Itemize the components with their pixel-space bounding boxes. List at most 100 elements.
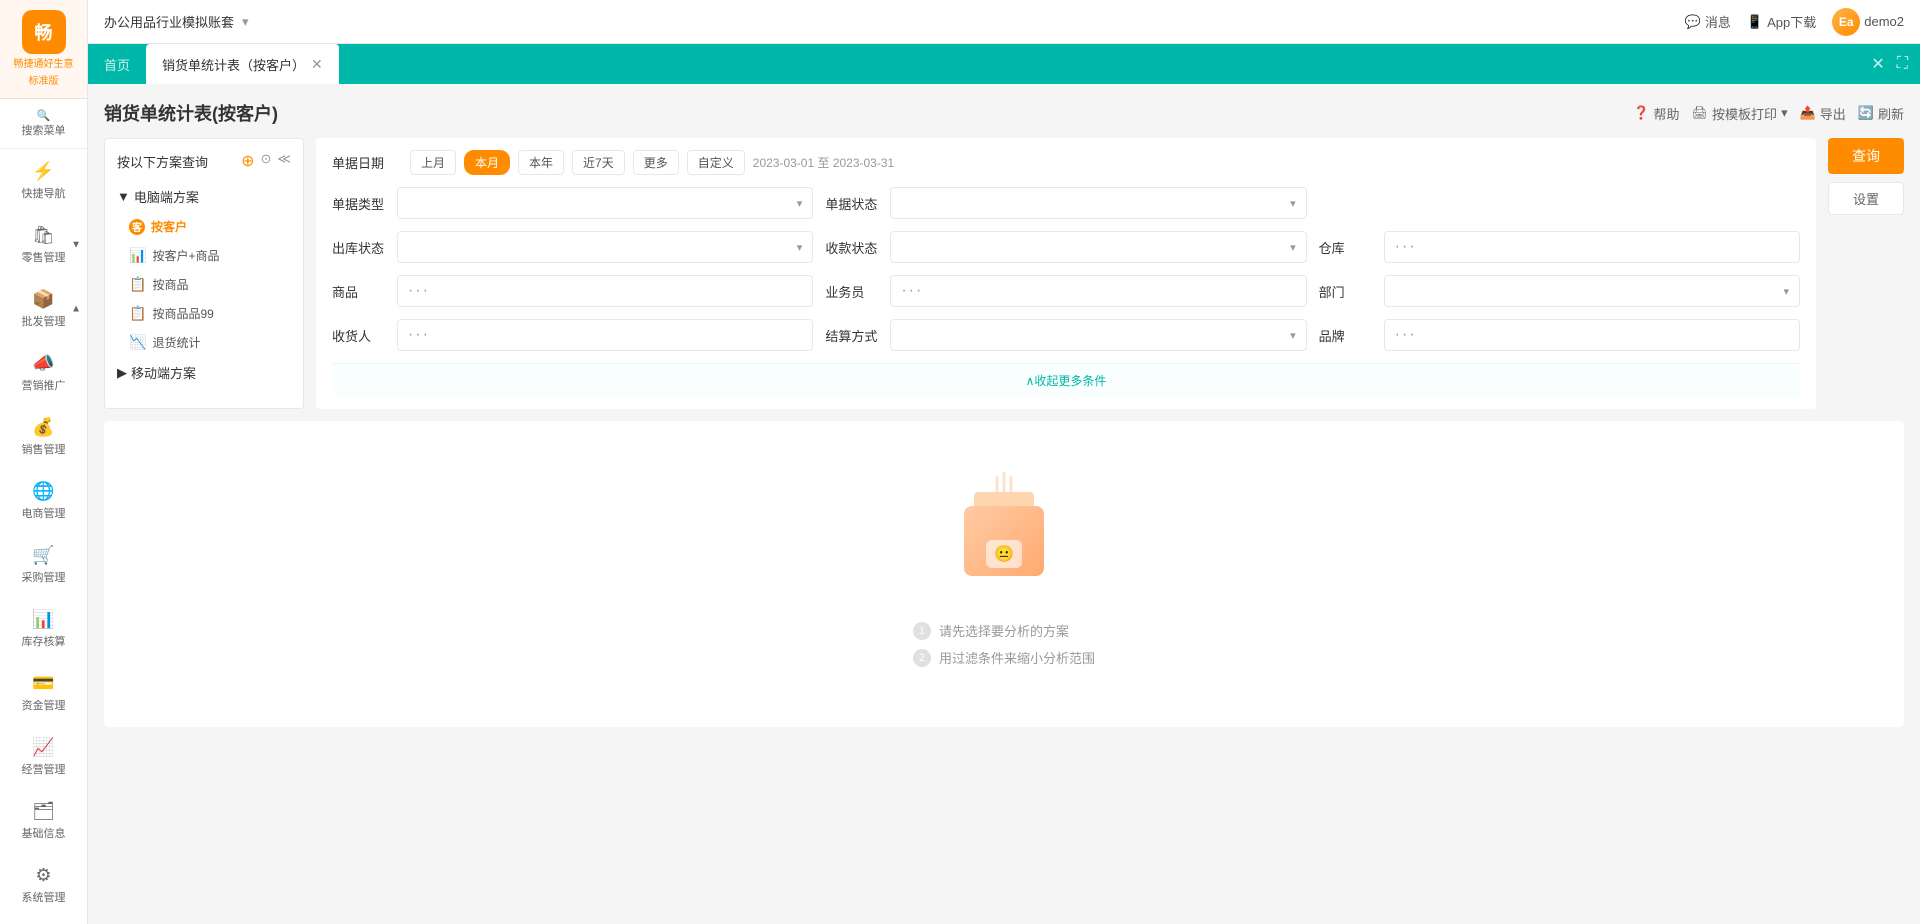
empty-tip-2: 2 用过滤条件来缩小分析范围 <box>913 648 1095 667</box>
doc-type-select[interactable]: ▾ <box>397 187 813 219</box>
by-customer-goods-icon: 📊 <box>129 247 146 264</box>
scheme-header-actions: ⊕ ⊙ ≪ <box>241 151 291 171</box>
warehouse-select[interactable]: ··· <box>1384 231 1800 263</box>
recipient-label: 收货人 <box>332 326 397 345</box>
sidebar-item-purchase[interactable]: 🛒 采购管理 <box>0 533 87 597</box>
inventory-icon: 📊 <box>32 609 54 630</box>
close-window-icon[interactable]: ✕ <box>1871 54 1884 74</box>
retail-arrow: ▼ <box>71 240 81 251</box>
search-menu[interactable]: 🔍 搜索菜单 <box>0 99 87 149</box>
inventory-label: 库存核算 <box>22 633 66 649</box>
dropdown-arrow-icon[interactable]: ▾ <box>242 14 249 30</box>
sidebar-item-system[interactable]: ⚙ 系统管理 <box>0 853 87 917</box>
export-btn[interactable]: 📤 导出 <box>1800 104 1846 123</box>
help-btn[interactable]: ❓ 帮助 <box>1633 104 1679 123</box>
steam-line-3 <box>1010 476 1013 492</box>
template-print-btn[interactable]: 🖨 按模板打印 ▾ <box>1692 104 1788 123</box>
brand-label: 品牌 <box>1319 326 1384 345</box>
desktop-group-title[interactable]: ▼ 电脑端方案 <box>105 181 303 212</box>
edit-scheme-icon[interactable]: ⊙ <box>260 151 271 171</box>
date-btn-more[interactable]: 更多 <box>633 150 679 175</box>
dept-select[interactable]: ▾ <box>1384 275 1800 307</box>
tip-num-2: 2 <box>913 649 931 667</box>
purchase-label: 采购管理 <box>22 569 66 585</box>
sidebar-item-retail[interactable]: 🛍 零售管理 ▼ <box>0 213 87 277</box>
refresh-label: 刷新 <box>1878 104 1904 123</box>
sidebar-item-wholesale[interactable]: 📦 批发管理 ▲ <box>0 277 87 341</box>
payment-arrow-icon: ▾ <box>1290 329 1296 342</box>
doc-status-select[interactable]: ▾ <box>890 187 1306 219</box>
user-area[interactable]: Ea demo2 <box>1832 8 1904 36</box>
filter-brand: 品牌 ··· <box>1319 319 1800 351</box>
page-title: 销货单统计表(按客户) <box>104 100 278 126</box>
marketing-label: 营销推广 <box>22 377 66 393</box>
message-btn[interactable]: 💬 消息 <box>1685 12 1731 31</box>
topbar: 办公用品行业模拟账套 ▾ 💬 消息 📱 App下载 Ea demo2 <box>88 0 1920 44</box>
stock-out-select[interactable]: ▾ <box>397 231 813 263</box>
setting-button[interactable]: 设置 <box>1828 182 1904 215</box>
tab-maximize-area: ✕ ⛶ <box>1859 54 1920 74</box>
system-icon: ⚙ <box>35 865 51 886</box>
return-stats-icon: 📉 <box>129 334 146 351</box>
tab-report[interactable]: 销货单统计表（按客户） ✕ <box>146 44 339 84</box>
scheme-item-by-goods[interactable]: 📋 按商品 <box>105 270 303 299</box>
collapse-bar[interactable]: ∧ 收起更多条件 <box>332 363 1800 397</box>
print-icon: 🖨 <box>1692 105 1709 121</box>
empty-box-wrapper: 😐 <box>964 506 1044 576</box>
mobile-group-title[interactable]: ▶ 移动端方案 <box>105 357 303 388</box>
recipient-select[interactable]: ··· <box>397 319 813 351</box>
empty-state: 😐 1 请先选择要分析的方案 2 用过滤条件来缩小分析范围 <box>104 421 1904 727</box>
sidebar-item-operation[interactable]: 📈 经营管理 <box>0 725 87 789</box>
collapse-scheme-icon[interactable]: ≪ <box>277 151 291 171</box>
date-btn-thisyear[interactable]: 本年 <box>518 150 564 175</box>
sidebar-item-shortcut[interactable]: ⚡ 快捷导航 <box>0 149 87 213</box>
sidebar-item-inventory[interactable]: 📊 库存核算 <box>0 597 87 661</box>
payment-select[interactable]: ▾ <box>890 319 1306 351</box>
industry-label: 办公用品行业模拟账套 <box>104 12 234 31</box>
maximize-icon[interactable]: ⛶ <box>1897 55 1908 73</box>
stock-out-arrow-icon: ▾ <box>797 241 803 254</box>
query-button[interactable]: 查询 <box>1828 138 1904 174</box>
empty-box: 😐 <box>964 506 1044 576</box>
sidebar-item-finance[interactable]: 💳 资金管理 <box>0 661 87 725</box>
date-btn-custom[interactable]: 自定义 <box>687 150 745 175</box>
goods-select[interactable]: ··· <box>397 275 813 307</box>
sidebar-item-corp[interactable]: 🤝 企业协同 <box>0 917 87 924</box>
scheme-item-by-customer[interactable]: 客 按客户 <box>105 212 303 241</box>
sales-icon: 💰 <box>32 417 54 438</box>
sidebar-item-basic[interactable]: 🗂 基础信息 <box>0 789 87 853</box>
content-area: 销货单统计表(按客户) ❓ 帮助 🖨 按模板打印 ▾ 📤 导出 🔄 刷新 <box>88 84 1920 924</box>
scheme-item-return-stats[interactable]: 📉 退货统计 <box>105 328 303 357</box>
sidebar-item-ecom[interactable]: 🌐 电商管理 <box>0 469 87 533</box>
filter-dept: 部门 ▾ <box>1319 275 1800 307</box>
sidebar-item-sales[interactable]: 💰 销售管理 <box>0 405 87 469</box>
date-btn-thismonth[interactable]: 本月 <box>464 150 510 175</box>
goods-label: 商品 <box>332 282 397 301</box>
salesman-select[interactable]: ··· <box>890 275 1306 307</box>
help-label: 帮助 <box>1654 104 1680 123</box>
brand-select[interactable]: ··· <box>1384 319 1800 351</box>
refresh-btn[interactable]: 🔄 刷新 <box>1858 104 1904 123</box>
salesman-label: 业务员 <box>825 282 890 301</box>
tab-home[interactable]: 首页 <box>88 44 146 84</box>
doc-status-arrow-icon: ▾ <box>1290 197 1296 210</box>
filter-empty-1 <box>1319 187 1800 219</box>
scheme-item-by-customer-goods[interactable]: 📊 按客户+商品 <box>105 241 303 270</box>
user-label: demo2 <box>1864 14 1904 29</box>
scheme-item-by-goods99[interactable]: 📋 按商品品99 <box>105 299 303 328</box>
sidebar-item-marketing[interactable]: 📣 营销推广 <box>0 341 87 405</box>
date-btn-7days[interactable]: 近7天 <box>572 150 625 175</box>
filter-row-1: 单据类型 ▾ 单据状态 ▾ <box>332 187 1800 219</box>
desktop-scheme-group: ▼ 电脑端方案 客 按客户 📊 按客户+商品 📋 按商品 <box>105 181 303 357</box>
date-btn-lastmonth[interactable]: 上月 <box>410 150 456 175</box>
add-scheme-icon[interactable]: ⊕ <box>241 151 254 171</box>
scheme-header-title: 按以下方案查询 <box>117 152 208 171</box>
steam-line-2 <box>1003 472 1006 494</box>
receipt-select[interactable]: ▾ <box>890 231 1306 263</box>
empty-illustration: 😐 <box>944 481 1064 601</box>
tab-close-icon[interactable]: ✕ <box>311 56 323 73</box>
app-download-btn[interactable]: 📱 App下载 <box>1747 12 1816 31</box>
basic-icon: 🗂 <box>32 801 55 822</box>
finance-icon: 💳 <box>32 673 54 694</box>
tip-text-2: 用过滤条件来缩小分析范围 <box>939 648 1095 667</box>
